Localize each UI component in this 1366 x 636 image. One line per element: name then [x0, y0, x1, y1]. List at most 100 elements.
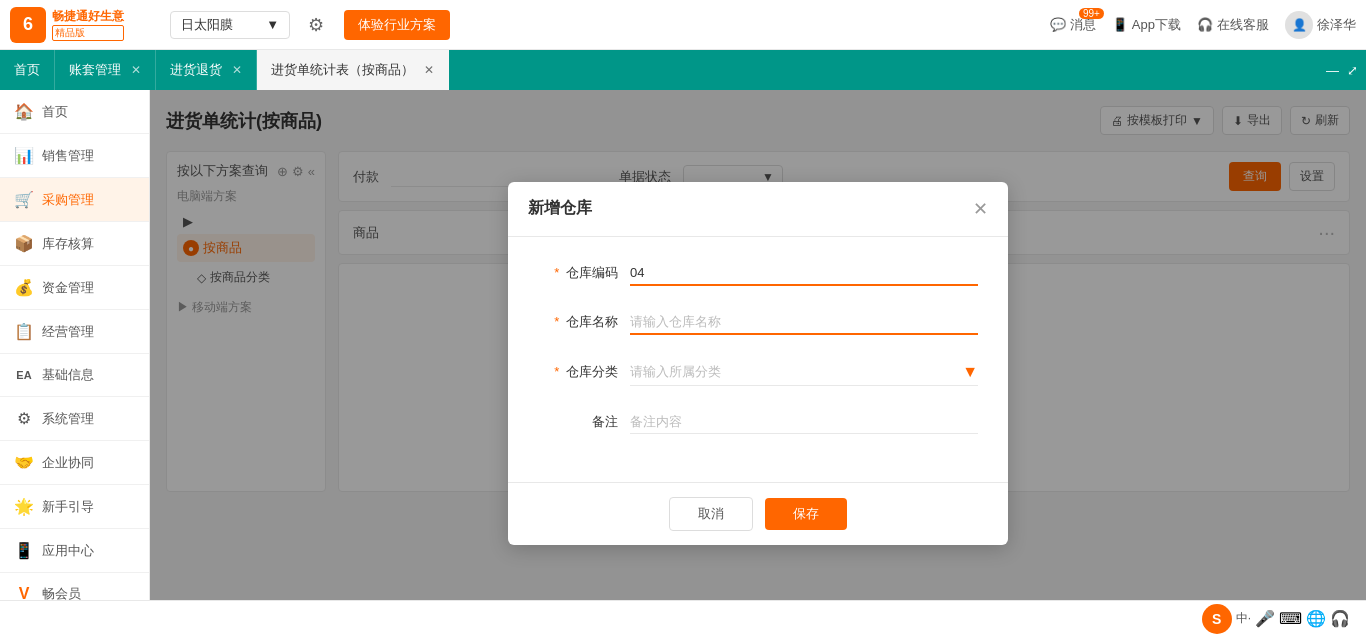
sidebar-item-inventory[interactable]: 📦 库存核算	[0, 222, 149, 266]
sidebar-label-home: 首页	[42, 103, 68, 121]
sidebar-label-sales: 销售管理	[42, 147, 94, 165]
tab-purchase-stats-close-icon[interactable]: ✕	[424, 63, 434, 77]
tab-purchase-stats[interactable]: 进货单统计表（按商品） ✕	[257, 50, 449, 90]
logo-badge: 精品版	[52, 25, 124, 41]
tab-account-close-icon[interactable]: ✕	[131, 63, 141, 77]
logo-icon: 6	[10, 7, 46, 43]
warehouse-code-input[interactable]	[630, 261, 978, 286]
dialog-body: * 仓库编码 * 仓库名称	[508, 237, 1008, 482]
sidebar-item-finance[interactable]: 💰 资金管理	[0, 266, 149, 310]
tab-purchase-return-label: 进货退货	[170, 61, 222, 79]
tab-home[interactable]: 首页	[0, 50, 55, 90]
sidebar-label-guide: 新手引导	[42, 498, 94, 516]
enterprise-icon: 🤝	[14, 453, 34, 472]
sidebar-label-finance: 资金管理	[42, 279, 94, 297]
form-row-note: 备注	[538, 410, 978, 434]
translate-icon: 🌐	[1306, 609, 1326, 628]
dialog-close-button[interactable]: ✕	[973, 198, 988, 220]
operations-icon: 📋	[14, 322, 34, 341]
username: 徐泽华	[1317, 16, 1356, 34]
sidebar-label-enterprise: 企业协同	[42, 454, 94, 472]
tab-purchase-return[interactable]: 进货退货 ✕	[156, 50, 257, 90]
warehouse-name-input[interactable]	[630, 310, 978, 335]
inventory-icon: 📦	[14, 234, 34, 253]
sidebar-label-system: 系统管理	[42, 410, 94, 428]
sidebar-item-purchase[interactable]: 🛒 采购管理	[0, 178, 149, 222]
bottom-label: 中·	[1236, 610, 1251, 627]
messages-button[interactable]: 💬 消息 99+	[1050, 16, 1096, 34]
system-icon: ⚙	[14, 409, 34, 428]
online-service-button[interactable]: 🎧 在线客服	[1197, 16, 1269, 34]
name-label: * 仓库名称	[538, 313, 618, 331]
sales-icon: 📊	[14, 146, 34, 165]
sidebar-item-enterprise[interactable]: 🤝 企业协同	[0, 441, 149, 485]
home-icon: 🏠	[14, 102, 34, 121]
sidebar-item-operations[interactable]: 📋 经营管理	[0, 310, 149, 354]
tab-home-label: 首页	[14, 61, 40, 79]
sidebar-label-purchase: 采购管理	[42, 191, 94, 209]
headphone-icon: 🎧	[1197, 17, 1213, 32]
logo-area: 6 畅捷通好生意 精品版	[10, 7, 160, 43]
app-download-label: App下载	[1132, 16, 1181, 34]
basic-info-icon: EA	[14, 369, 34, 381]
form-row-category: * 仓库分类 请输入所属分类 ▼	[538, 359, 978, 386]
finance-icon: 💰	[14, 278, 34, 297]
bottom-bar: S 中· 🎤 ⌨ 🌐 🎧	[0, 600, 1366, 636]
user-info[interactable]: 👤 徐泽华	[1285, 11, 1356, 39]
tab-purchase-stats-label: 进货单统计表（按商品）	[271, 61, 414, 79]
header-actions: ⚙ 体验行业方案	[300, 9, 450, 41]
app-download-button[interactable]: 📱 App下载	[1112, 16, 1181, 34]
app-center-icon: 📱	[14, 541, 34, 560]
save-button[interactable]: 保存	[765, 498, 847, 530]
tab-minimize-icon[interactable]: —	[1326, 63, 1339, 78]
trial-button[interactable]: 体验行业方案	[344, 10, 450, 40]
sidebar: 🏠 首页 📊 销售管理 🛒 采购管理 📦 库存核算 💰 资金管理 📋 经营管理 …	[0, 90, 150, 636]
required-star-code: *	[554, 265, 559, 280]
guide-icon: 🌟	[14, 497, 34, 516]
content-area: 进货单统计(按商品) 🖨 按模板打印 ▼ ⬇ 导出 ↻ 刷新	[150, 90, 1366, 636]
warehouse-note-input[interactable]	[630, 410, 978, 434]
logo-name: 畅捷通好生意	[52, 8, 124, 25]
header-right: 💬 消息 99+ 📱 App下载 🎧 在线客服 👤 徐泽华	[1050, 11, 1356, 39]
tab-account-label: 账套管理	[69, 61, 121, 79]
headphone-bottom-icon: 🎧	[1330, 609, 1350, 628]
avatar: 👤	[1285, 11, 1313, 39]
tab-maximize-icon[interactable]: ⤢	[1347, 63, 1358, 78]
bottom-logo: S 中· 🎤 ⌨ 🌐 🎧	[1202, 604, 1350, 634]
store-selector[interactable]: 日太阳膜 ▼	[170, 11, 290, 39]
bottom-s-icon: S	[1202, 604, 1232, 634]
cancel-button[interactable]: 取消	[669, 497, 753, 531]
header: 6 畅捷通好生意 精品版 日太阳膜 ▼ ⚙ 体验行业方案 💬 消息 99+ 📱 …	[0, 0, 1366, 50]
store-name: 日太阳膜	[181, 16, 233, 34]
note-label: 备注	[538, 413, 618, 431]
tab-bar: 首页 账套管理 ✕ 进货退货 ✕ 进货单统计表（按商品） ✕ — ⤢	[0, 50, 1366, 90]
microphone-icon: 🎤	[1255, 609, 1275, 628]
sidebar-label-basic-info: 基础信息	[42, 366, 94, 384]
dialog-title: 新增仓库	[528, 198, 592, 219]
dialog-header: 新增仓库 ✕	[508, 182, 1008, 237]
message-icon: 💬	[1050, 17, 1066, 32]
keyboard-icon: ⌨	[1279, 609, 1302, 628]
dialog-overlay: 新增仓库 ✕ * 仓库编码	[150, 90, 1366, 636]
category-select[interactable]: 请输入所属分类 ▼	[630, 359, 978, 386]
form-row-name: * 仓库名称	[538, 310, 978, 335]
code-label: * 仓库编码	[538, 264, 618, 282]
category-placeholder: 请输入所属分类	[630, 363, 962, 381]
required-star-name: *	[554, 314, 559, 329]
form-row-code: * 仓库编码	[538, 261, 978, 286]
tab-controls: — ⤢	[1318, 63, 1366, 78]
category-dropdown-icon: ▼	[962, 363, 978, 381]
sidebar-item-basic-info[interactable]: EA 基础信息	[0, 354, 149, 397]
sidebar-item-home[interactable]: 🏠 首页	[0, 90, 149, 134]
online-service-label: 在线客服	[1217, 16, 1269, 34]
settings-icon-button[interactable]: ⚙	[300, 9, 332, 41]
sidebar-item-system[interactable]: ⚙ 系统管理	[0, 397, 149, 441]
sidebar-item-guide[interactable]: 🌟 新手引导	[0, 485, 149, 529]
sidebar-label-app-center: 应用中心	[42, 542, 94, 560]
sidebar-item-sales[interactable]: 📊 销售管理	[0, 134, 149, 178]
tab-account[interactable]: 账套管理 ✕	[55, 50, 156, 90]
tab-purchase-return-close-icon[interactable]: ✕	[232, 63, 242, 77]
main-layout: 🏠 首页 📊 销售管理 🛒 采购管理 📦 库存核算 💰 资金管理 📋 经营管理 …	[0, 90, 1366, 636]
sidebar-item-app-center[interactable]: 📱 应用中心	[0, 529, 149, 573]
messages-badge: 99+	[1079, 8, 1104, 19]
